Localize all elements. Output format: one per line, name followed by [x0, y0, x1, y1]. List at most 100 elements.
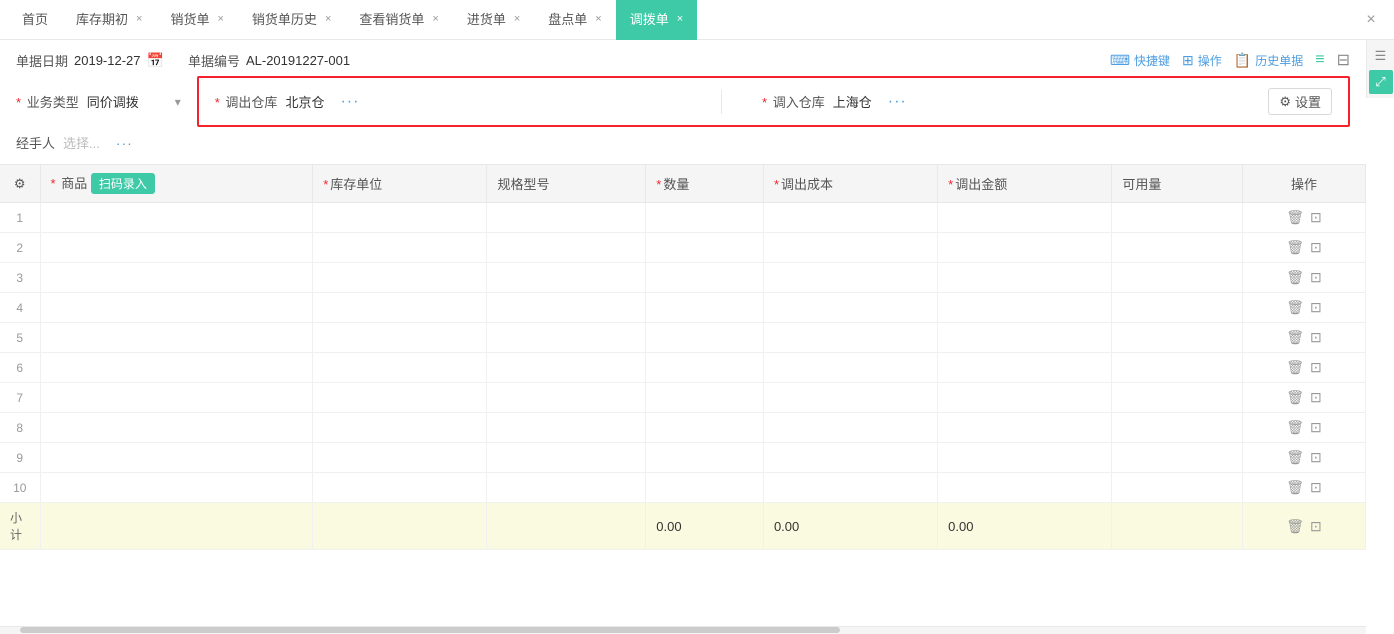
tab-inventory-init[interactable]: 库存期初 × — [62, 0, 156, 40]
delete-icon[interactable]: 🗑 — [1286, 518, 1304, 535]
tab-view-sales[interactable]: 查看销货单 × — [345, 0, 452, 40]
business-type-value[interactable]: 同价调拨 — [87, 92, 167, 111]
cost-cell[interactable] — [763, 203, 937, 233]
amount-cell[interactable] — [938, 473, 1112, 503]
delete-icon[interactable]: 🗑 — [1286, 449, 1304, 466]
warehouse-out-dots-button[interactable]: ··· — [340, 93, 359, 111]
tab-transfer-close[interactable]: × — [677, 13, 683, 25]
tab-sales-history-close[interactable]: × — [325, 13, 331, 25]
copy-icon[interactable]: ⊡ — [1310, 359, 1322, 376]
product-cell[interactable] — [40, 293, 313, 323]
amount-cell[interactable] — [938, 353, 1112, 383]
qty-cell[interactable] — [646, 383, 764, 413]
warehouse-in-dots-button[interactable]: ··· — [888, 93, 907, 111]
copy-icon[interactable]: ⊡ — [1310, 269, 1322, 286]
operator-dots-button[interactable]: ··· — [116, 135, 133, 151]
delete-icon[interactable]: 🗑 — [1286, 209, 1304, 226]
spec-cell[interactable] — [487, 323, 646, 353]
unit-cell[interactable] — [313, 383, 487, 413]
shortcut-action[interactable]: ⌨ 快捷键 — [1110, 52, 1170, 69]
copy-icon[interactable]: ⊡ — [1310, 389, 1322, 406]
unit-cell[interactable] — [313, 473, 487, 503]
qty-cell[interactable] — [646, 293, 764, 323]
product-cell[interactable] — [40, 443, 313, 473]
tab-home[interactable]: 首页 — [8, 0, 62, 40]
copy-icon[interactable]: ⊡ — [1310, 419, 1322, 436]
unit-cell[interactable] — [313, 263, 487, 293]
copy-icon[interactable]: ⊡ — [1310, 209, 1322, 226]
delete-icon[interactable]: 🗑 — [1286, 299, 1304, 316]
horizontal-scrollbar[interactable] — [0, 626, 1366, 634]
copy-icon[interactable]: ⊡ — [1310, 299, 1322, 316]
warehouse-in-value[interactable]: 上海仓 — [833, 92, 872, 111]
cost-cell[interactable] — [763, 443, 937, 473]
operator-select[interactable]: 选择... — [63, 133, 100, 152]
amount-cell[interactable] — [938, 413, 1112, 443]
cost-cell[interactable] — [763, 233, 937, 263]
amount-cell[interactable] — [938, 383, 1112, 413]
product-cell[interactable] — [40, 233, 313, 263]
tab-stocktake-close[interactable]: × — [595, 13, 601, 25]
qty-cell[interactable] — [646, 473, 764, 503]
cost-cell[interactable] — [763, 353, 937, 383]
unit-cell[interactable] — [313, 413, 487, 443]
delete-icon[interactable]: 🗑 — [1286, 269, 1304, 286]
tab-transfer[interactable]: 调拨单 × — [616, 0, 697, 40]
unit-cell[interactable] — [313, 293, 487, 323]
tab-view-sales-close[interactable]: × — [432, 13, 438, 25]
product-cell[interactable] — [40, 413, 313, 443]
unit-cell[interactable] — [313, 203, 487, 233]
tab-sales-history[interactable]: 销货单历史 × — [238, 0, 345, 40]
tab-stocktake[interactable]: 盘点单 × — [534, 0, 615, 40]
operation-action[interactable]: ⊞ 操作 — [1182, 52, 1222, 69]
spec-cell[interactable] — [487, 233, 646, 263]
doc-date-value[interactable]: 2019-12-27 — [74, 53, 141, 68]
delete-icon[interactable]: 🗑 — [1286, 419, 1304, 436]
panel-list-button[interactable]: ☰ — [1369, 44, 1393, 68]
history-action[interactable]: 📋 历史单据 — [1234, 52, 1303, 69]
amount-cell[interactable] — [938, 263, 1112, 293]
cost-cell[interactable] — [763, 413, 937, 443]
calendar-icon[interactable]: 📅 — [147, 52, 164, 69]
spec-cell[interactable] — [487, 473, 646, 503]
spec-cell[interactable] — [487, 263, 646, 293]
copy-icon[interactable]: ⊡ — [1310, 449, 1322, 466]
th-gear[interactable]: ⚙ — [0, 165, 40, 203]
product-cell[interactable] — [40, 323, 313, 353]
copy-icon[interactable]: ⊡ — [1310, 239, 1322, 256]
unit-cell[interactable] — [313, 353, 487, 383]
product-cell[interactable] — [40, 263, 313, 293]
gear-icon[interactable]: ⚙ — [14, 176, 26, 191]
spec-cell[interactable] — [487, 353, 646, 383]
qty-cell[interactable] — [646, 443, 764, 473]
delete-icon[interactable]: 🗑 — [1286, 239, 1304, 256]
settings-button[interactable]: ⚙ 设置 — [1268, 88, 1332, 115]
copy-icon[interactable]: ⊡ — [1310, 329, 1322, 346]
scan-button[interactable]: 扫码录入 — [91, 173, 155, 194]
tab-purchase-close[interactable]: × — [514, 13, 520, 25]
product-cell[interactable] — [40, 353, 313, 383]
cost-cell[interactable] — [763, 293, 937, 323]
amount-cell[interactable] — [938, 443, 1112, 473]
amount-cell[interactable] — [938, 293, 1112, 323]
cost-cell[interactable] — [763, 323, 937, 353]
qty-cell[interactable] — [646, 203, 764, 233]
spec-cell[interactable] — [487, 203, 646, 233]
copy-icon[interactable]: ⊡ — [1310, 518, 1322, 535]
copy-icon[interactable]: ⊡ — [1310, 479, 1322, 496]
tab-sales[interactable]: 销货单 × — [156, 0, 237, 40]
spec-cell[interactable] — [487, 293, 646, 323]
amount-cell[interactable] — [938, 203, 1112, 233]
unit-cell[interactable] — [313, 323, 487, 353]
delete-icon[interactable]: 🗑 — [1286, 389, 1304, 406]
panel-expand-button[interactable]: ⤢ — [1369, 70, 1393, 94]
spec-cell[interactable] — [487, 443, 646, 473]
delete-icon[interactable]: 🗑 — [1286, 479, 1304, 496]
spec-cell[interactable] — [487, 413, 646, 443]
qty-cell[interactable] — [646, 413, 764, 443]
qty-cell[interactable] — [646, 353, 764, 383]
tab-purchase[interactable]: 进货单 × — [453, 0, 534, 40]
product-cell[interactable] — [40, 203, 313, 233]
layout1-action[interactable]: ≡ — [1315, 51, 1324, 69]
warehouse-out-value[interactable]: 北京仓 — [285, 92, 324, 111]
